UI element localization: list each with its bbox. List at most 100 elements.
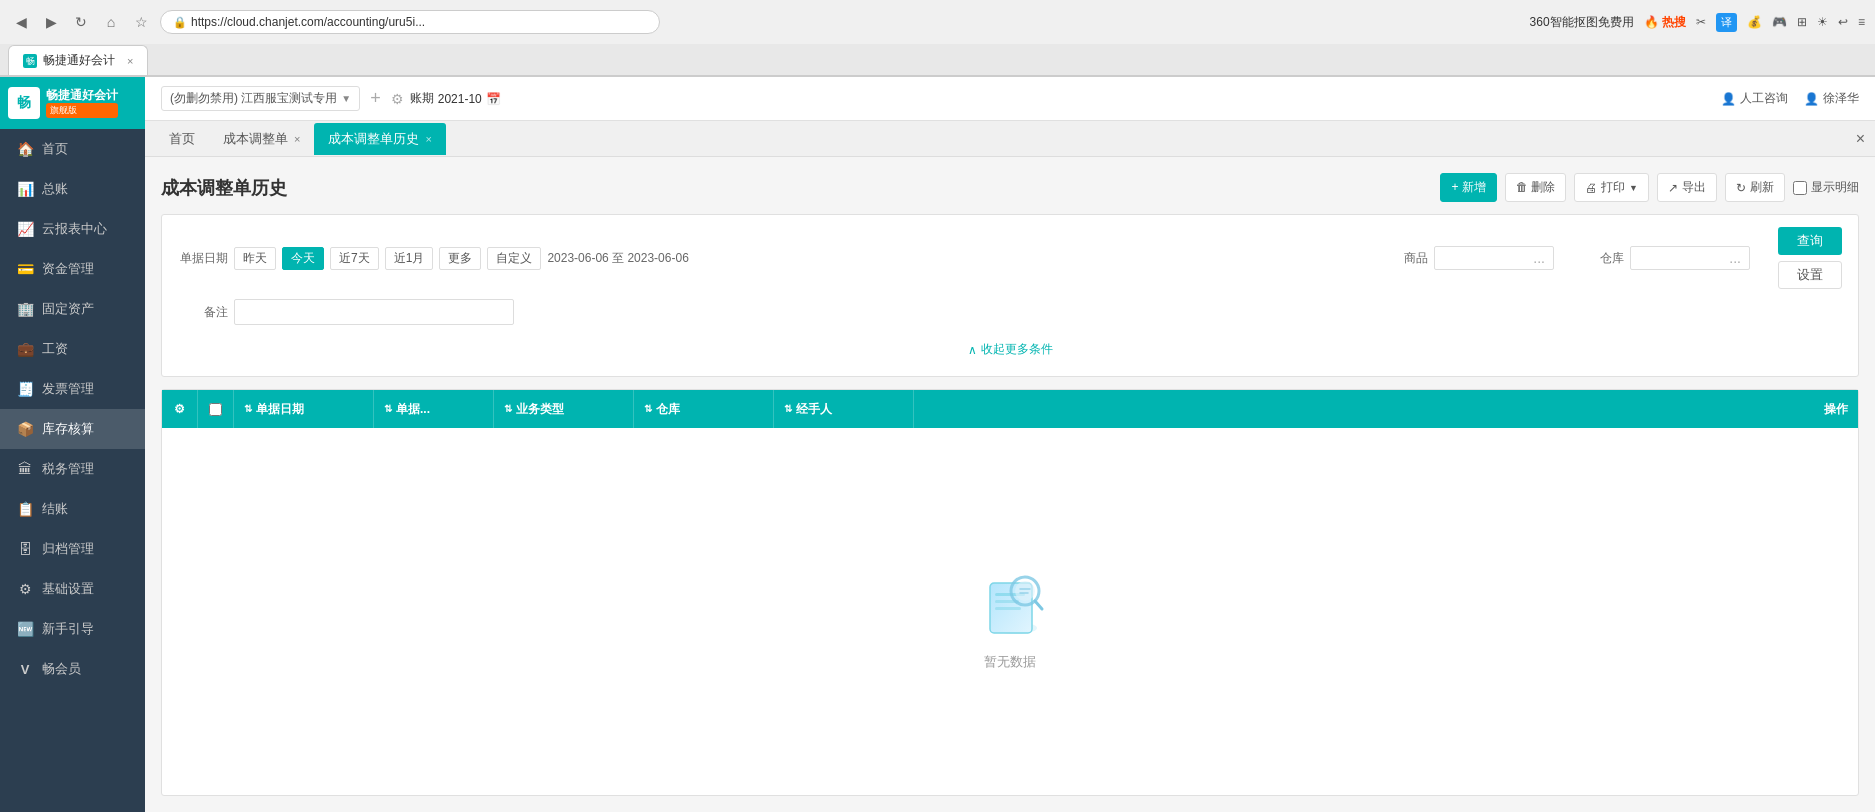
tools-undo[interactable]: ↩ [1838,15,1848,29]
page-title-bar: 成本调整单历史 + 新增 🗑 删除 🖨 打印 ▼ ↗ 导出 ↻ [161,173,1859,202]
refresh-icon: ↻ [1736,181,1746,195]
sort-icon-type: ⇅ [504,404,512,414]
tools-menu[interactable]: ≡ [1858,15,1865,29]
refresh-btn[interactable]: ↻ 刷新 [1725,173,1785,202]
display-detail-text: 显示明细 [1811,179,1859,196]
tab-home[interactable]: 首页 [155,123,209,155]
sidebar-item-home[interactable]: 🏠 首页 [0,129,145,169]
tab-cost-adjust-history[interactable]: 成本调整单历史 × [314,123,445,155]
tools-grid[interactable]: ⊞ [1797,15,1807,29]
sidebar-item-closing[interactable]: 📋 结账 [0,489,145,529]
page-title: 成本调整单历史 [161,176,287,200]
table-select-all-checkbox[interactable] [209,403,222,416]
tab-cost-adjust-close[interactable]: × [294,133,300,145]
sidebar-item-inventory[interactable]: 📦 库存核算 [0,409,145,449]
browser-chrome: ◀ ▶ ↻ ⌂ ☆ 🔒 https://cloud.chanjet.com/ac… [0,0,1875,77]
sidebar-item-fixed-assets-label: 固定资产 [42,300,94,318]
sidebar-item-reports[interactable]: 📈 云报表中心 [0,209,145,249]
filter-goods-more[interactable]: ... [1533,250,1545,266]
table-header-date-label: 单据日期 [256,401,304,418]
forward-button[interactable]: ▶ [40,11,62,33]
tools-game[interactable]: 🎮 [1772,15,1787,29]
calendar-icon[interactable]: 📅 [486,92,501,106]
delete-btn[interactable]: 🗑 删除 [1505,173,1566,202]
table-header-operator[interactable]: ⇅ 经手人 [774,390,914,428]
new-btn[interactable]: + 新增 [1440,173,1496,202]
sort-icon-operator: ⇅ [784,404,792,414]
sidebar-item-guide[interactable]: 🆕 新手引导 [0,609,145,649]
tools-translate[interactable]: 译 [1716,13,1737,32]
browser-tab-label: 畅捷通好会计 [43,52,115,69]
browser-right-tools: 360智能抠图免费用 🔥 热搜 ✂ 译 💰 🎮 ⊞ ☀ ↩ ≡ [1530,13,1865,32]
address-bar[interactable]: 🔒 https://cloud.chanjet.com/accounting/u… [160,10,660,34]
filter-warehouse-dropdown[interactable]: ... [1630,246,1750,270]
add-company-btn[interactable]: + [366,88,385,109]
home-button[interactable]: ⌂ [100,11,122,33]
hot-search-label[interactable]: 🔥 热搜 [1644,14,1686,31]
filter-goods-label: 商品 [1378,250,1428,267]
browser-tab-close[interactable]: × [127,55,133,67]
tools-sun[interactable]: ☀ [1817,15,1828,29]
sidebar-item-fixed-assets[interactable]: 🏢 固定资产 [0,289,145,329]
sidebar-item-ledger[interactable]: 📊 总账 [0,169,145,209]
star-button[interactable]: ☆ [130,11,152,33]
filter-date-label: 单据日期 [178,250,228,267]
settings-filter-btn[interactable]: 设置 [1778,261,1842,289]
table-header-warehouse[interactable]: ⇅ 仓库 [634,390,774,428]
date-btn-today[interactable]: 今天 [282,247,324,270]
company-select[interactable]: (勿删勿禁用) 江西服宝测试专用 ▼ [161,86,360,111]
sidebar-item-funds[interactable]: 💳 资金管理 [0,249,145,289]
sidebar-item-settings[interactable]: ⚙ 基础设置 [0,569,145,609]
collapse-bar[interactable]: ∧ 收起更多条件 [178,335,1842,364]
date-btn-7days[interactable]: 近7天 [330,247,379,270]
user-name: 徐泽华 [1823,90,1859,107]
filter-note-input[interactable] [234,299,514,325]
filter-note-label: 备注 [178,304,228,321]
service-btn[interactable]: 👤 人工咨询 [1721,90,1788,107]
query-btn[interactable]: 查询 [1778,227,1842,255]
browser-tab-chanjet[interactable]: 畅 畅捷通好会计 × [8,45,148,75]
table-header-action-label: 操作 [1824,401,1848,418]
export-btn[interactable]: ↗ 导出 [1657,173,1717,202]
search-label[interactable]: 360智能抠图免费用 [1530,14,1634,31]
filter-goods-dropdown[interactable]: ... [1434,246,1554,270]
tools-scissors[interactable]: ✂ [1696,15,1706,29]
table-header-type[interactable]: ⇅ 业务类型 [494,390,634,428]
sidebar-item-invoice-label: 发票管理 [42,380,94,398]
sidebar-item-archive[interactable]: 🗄 归档管理 [0,529,145,569]
reload-button[interactable]: ↻ [70,11,92,33]
date-btn-more[interactable]: 更多 [439,247,481,270]
period-value: 2021-10 [438,92,482,106]
tab-window-close[interactable]: × [1856,130,1865,148]
salary-icon: 💼 [16,341,34,357]
table-header-operator-label: 经手人 [796,401,832,418]
tab-cost-adjust-history-close[interactable]: × [425,133,431,145]
table-header: ⚙ ⇅ 单据日期 ⇅ 单据... ⇅ 业务类型 [162,390,1858,428]
refresh-label: 刷新 [1750,179,1774,196]
reports-icon: 📈 [16,221,34,237]
display-detail-checkbox[interactable] [1793,181,1807,195]
table-settings-icon: ⚙ [174,402,185,416]
table-header-settings[interactable]: ⚙ [162,390,198,428]
settings-icon-top[interactable]: ⚙ [391,91,404,107]
period-label-text: 账期 [410,90,434,107]
tab-cost-adjust[interactable]: 成本调整单 × [209,123,314,155]
sidebar-item-tax[interactable]: 🏛 税务管理 [0,449,145,489]
date-btn-yesterday[interactable]: 昨天 [234,247,276,270]
date-btn-custom[interactable]: 自定义 [487,247,541,270]
table-header-checkbox[interactable] [198,390,234,428]
table-section: ⚙ ⇅ 单据日期 ⇅ 单据... ⇅ 业务类型 [161,389,1859,796]
sidebar-item-member[interactable]: V 畅会员 [0,649,145,689]
table-header-date[interactable]: ⇅ 单据日期 [234,390,374,428]
period-info: 账期 2021-10 📅 [410,90,501,107]
filter-warehouse-more[interactable]: ... [1729,250,1741,266]
top-header-left: (勿删勿禁用) 江西服宝测试专用 ▼ + ⚙ 账期 2021-10 📅 [161,86,501,111]
table-header-number[interactable]: ⇅ 单据... [374,390,494,428]
user-info[interactable]: 👤 徐泽华 [1804,90,1859,107]
date-btn-1month[interactable]: 近1月 [385,247,434,270]
sidebar-item-invoice[interactable]: 🧾 发票管理 [0,369,145,409]
sidebar-item-salary[interactable]: 💼 工资 [0,329,145,369]
print-btn[interactable]: 🖨 打印 ▼ [1574,173,1649,202]
back-button[interactable]: ◀ [10,11,32,33]
tools-gold[interactable]: 💰 [1747,15,1762,29]
